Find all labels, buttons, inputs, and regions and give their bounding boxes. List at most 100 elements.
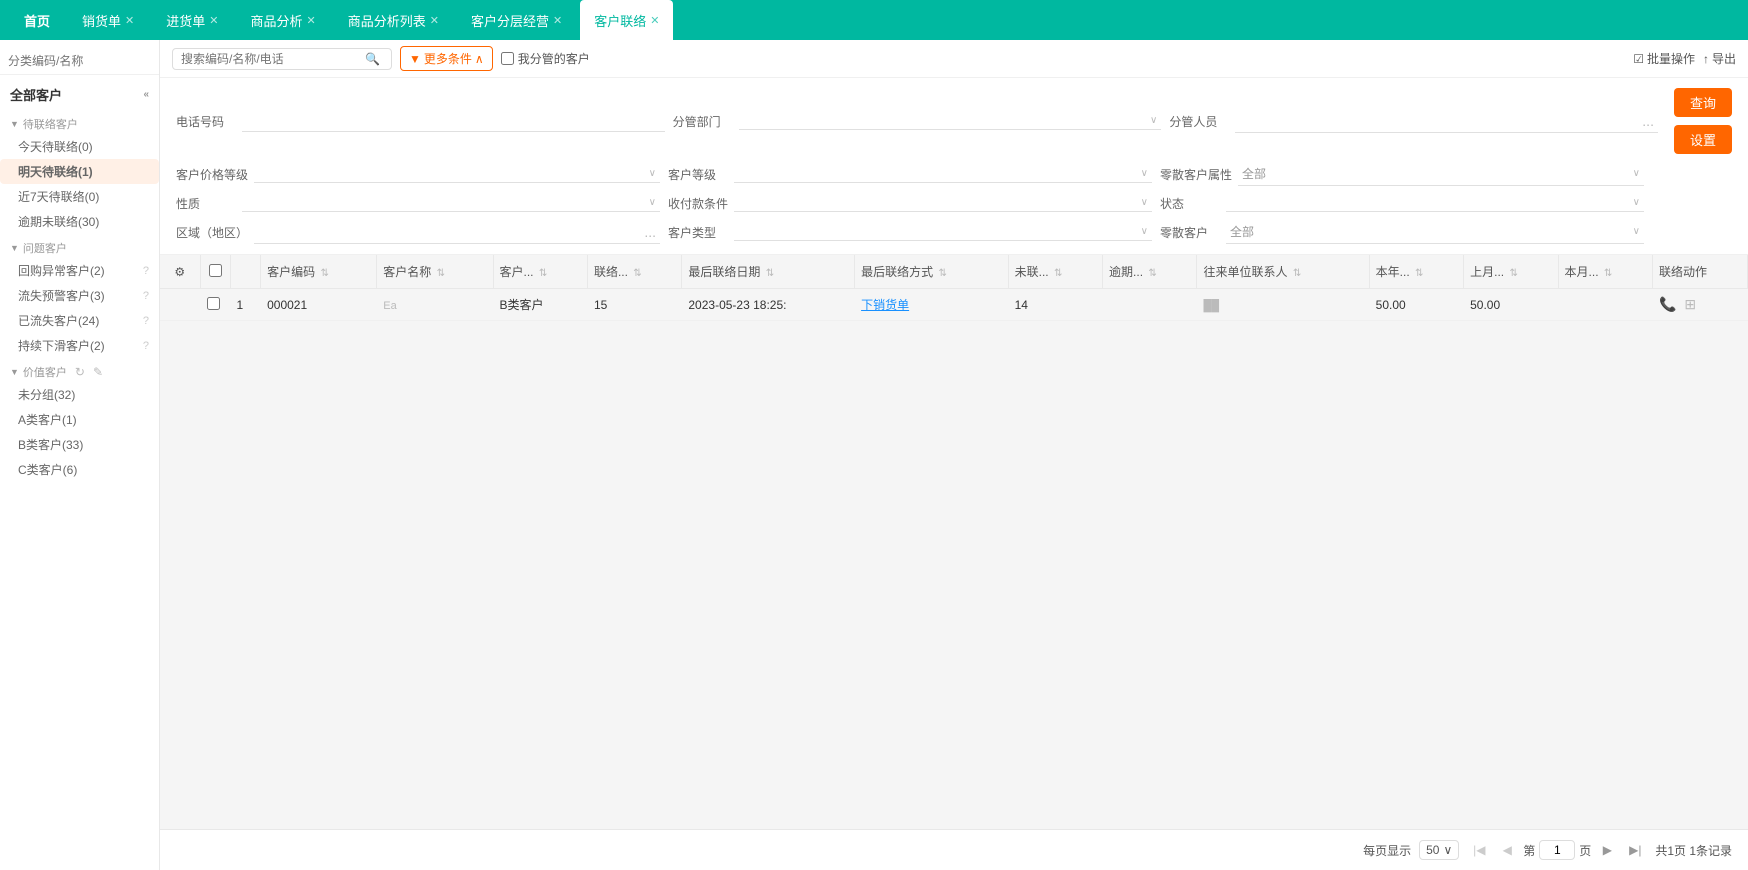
sidebar-item-type-a[interactable]: A类客户(1) [0,407,159,432]
page-number-input[interactable] [1539,840,1575,860]
sidebar-collapse-icon[interactable]: « [143,89,149,100]
nav-product-analysis[interactable]: 商品分析 ✕ [236,0,329,40]
help-icon-repurchase[interactable]: ? [143,265,149,277]
sort-method-icon: ⇅ [938,268,946,279]
last-page-btn[interactable]: ▶| [1623,838,1647,862]
manager-dots-icon[interactable]: ... [1642,113,1654,129]
nav-close-purchase[interactable]: ✕ [209,14,218,27]
sidebar-item-tomorrow[interactable]: 明天待联络(1) [0,159,159,184]
batch-action-btn[interactable]: ☑ 批量操作 [1633,50,1695,67]
nav-home[interactable]: 首页 [10,0,64,40]
page-size-label: 每页显示 [1363,842,1411,859]
filter-status-select[interactable]: ∨ [1226,194,1644,212]
page-suffix: 页 [1579,842,1591,859]
sort-not-contacted-icon: ⇅ [1054,268,1062,279]
nav-customer-segment[interactable]: 客户分层经营 ✕ [457,0,576,40]
th-unit-contact[interactable]: 往来单位联系人 ⇅ [1197,255,1369,289]
nav-close-product-analysis-list[interactable]: ✕ [430,14,439,27]
th-last-month[interactable]: 上月... ⇅ [1464,255,1558,289]
filter-dept: 分管部门 ∨ [673,112,1162,130]
grid-action-icon[interactable]: ⊞ [1684,296,1696,313]
th-name[interactable]: 客户名称 ⇅ [377,255,493,289]
th-settings[interactable]: ⚙ [160,255,200,289]
region-dots-icon[interactable]: ... [644,224,656,240]
last-contact-method-link[interactable]: 下销货单 [861,298,909,312]
sidebar-item-declining[interactable]: 持续下滑客户(2) ? [0,333,159,358]
first-page-btn[interactable]: |◀ [1467,838,1491,862]
sidebar-item-today[interactable]: 今天待联络(0) [0,134,159,159]
sidebar-item-week[interactable]: 近7天待联络(0) [0,184,159,209]
next-page-btn[interactable]: ▶ [1595,838,1619,862]
td-code: 000021 [261,289,377,321]
th-checkbox[interactable] [200,255,230,289]
row-checkbox[interactable] [207,297,220,310]
sidebar-all-customers[interactable]: 全部客户 « [0,79,159,110]
my-customers-checkbox-label[interactable]: 我分管的客户 [501,50,590,67]
export-btn[interactable]: ↑ 导出 [1703,50,1736,67]
sidebar-item-type-b[interactable]: B类客户(33) [0,432,159,457]
th-not-contacted[interactable]: 未联... ⇅ [1008,255,1102,289]
td-unit-contact: ██ [1197,289,1369,321]
select-all-checkbox[interactable] [209,264,222,277]
nav-close-sales[interactable]: ✕ [125,14,134,27]
help-icon-churned[interactable]: ? [143,315,149,327]
filter-payment-select[interactable]: ∨ [734,194,1152,212]
nav-close-customer-segment[interactable]: ✕ [553,14,562,27]
td-actions: 📞 ⊞ [1652,289,1747,321]
nav-customer-contact[interactable]: 客户联络 ✕ [580,0,673,40]
page-size-select[interactable]: 50 ∨ [1419,840,1459,860]
filter-dept-select[interactable]: ∨ [739,112,1162,130]
td-checkbox[interactable] [200,289,230,321]
filter-customer-type-select[interactable]: ∨ [734,223,1152,241]
filter-price-level-select[interactable]: ∨ [254,165,660,183]
help-icon-churn-warning[interactable]: ? [143,290,149,302]
sort-name-icon: ⇅ [437,268,445,279]
phone-action-icon[interactable]: 📞 [1659,296,1676,313]
th-contact[interactable]: 联络... ⇅ [587,255,681,289]
sidebar-item-churned[interactable]: 已流失客户(24) ? [0,308,159,333]
th-overdue[interactable]: 逾期... ⇅ [1103,255,1197,289]
th-this-month[interactable]: 本月... ⇅ [1558,255,1652,289]
sidebar-item-overdue[interactable]: 逾期未联络(30) [0,209,159,234]
toolbar-search-icon[interactable]: 🔍 [365,52,380,66]
filter-retail-label: 零散客户 [1160,224,1220,241]
th-type[interactable]: 客户... ⇅ [493,255,587,289]
my-customers-checkbox[interactable] [501,52,514,65]
filter-nature-select[interactable]: ∨ [242,194,660,212]
filter-retail: 零散客户 全部 ∨ [1160,220,1644,244]
nav-purchase[interactable]: 进货单 ✕ [152,0,232,40]
nav-product-analysis-list[interactable]: 商品分析列表 ✕ [334,0,453,40]
filter-customer-level-select[interactable]: ∨ [734,165,1152,183]
td-last-contact-method[interactable]: 下销货单 [855,289,1009,321]
th-this-year[interactable]: 本年... ⇅ [1369,255,1463,289]
sidebar-item-ungrouped[interactable]: 未分组(32) [0,382,159,407]
more-conditions-btn[interactable]: ▼ 更多条件 ∧ [400,46,493,71]
nav-close-product-analysis[interactable]: ✕ [307,14,316,27]
value-edit-icon[interactable]: ✎ [93,365,103,379]
filter-nature-label: 性质 [176,195,236,212]
sidebar-search-input[interactable] [8,54,160,68]
reset-btn[interactable]: 设置 [1674,125,1732,154]
retail-chevron-icon: ∨ [1633,226,1640,237]
sidebar-item-type-c[interactable]: C类客户(6) [0,457,159,482]
sidebar-item-repurchase[interactable]: 回购异常客户(2) ? [0,258,159,283]
value-refresh-icon[interactable]: ↻ [75,365,85,379]
filter-phone-input[interactable] [242,111,665,132]
query-btn[interactable]: 查询 [1674,88,1732,117]
th-last-contact-date[interactable]: 最后联络日期 ⇅ [682,255,855,289]
filter-retail-attr-select[interactable]: 全部 ∨ [1238,162,1644,186]
filter-phone: 电话号码 [176,111,665,132]
sidebar-item-churn-warning[interactable]: 流失预警客户(3) ? [0,283,159,308]
toolbar-search-input[interactable] [181,52,361,66]
help-icon-declining[interactable]: ? [143,340,149,352]
nav-sales[interactable]: 销货单 ✕ [68,0,148,40]
th-code[interactable]: 客户编码 ⇅ [261,255,377,289]
filter-retail-select[interactable]: 全部 ∨ [1226,220,1644,244]
th-last-contact-method[interactable]: 最后联络方式 ⇅ [855,255,1009,289]
sort-this-year-icon: ⇅ [1415,268,1423,279]
prev-page-btn[interactable]: ◀ [1495,838,1519,862]
filter-region-select[interactable]: ... [254,221,660,244]
nav-close-customer-contact[interactable]: ✕ [650,14,659,27]
filter-manager-select[interactable]: ... [1235,110,1658,133]
retail-attr-chevron-icon: ∨ [1633,168,1640,179]
